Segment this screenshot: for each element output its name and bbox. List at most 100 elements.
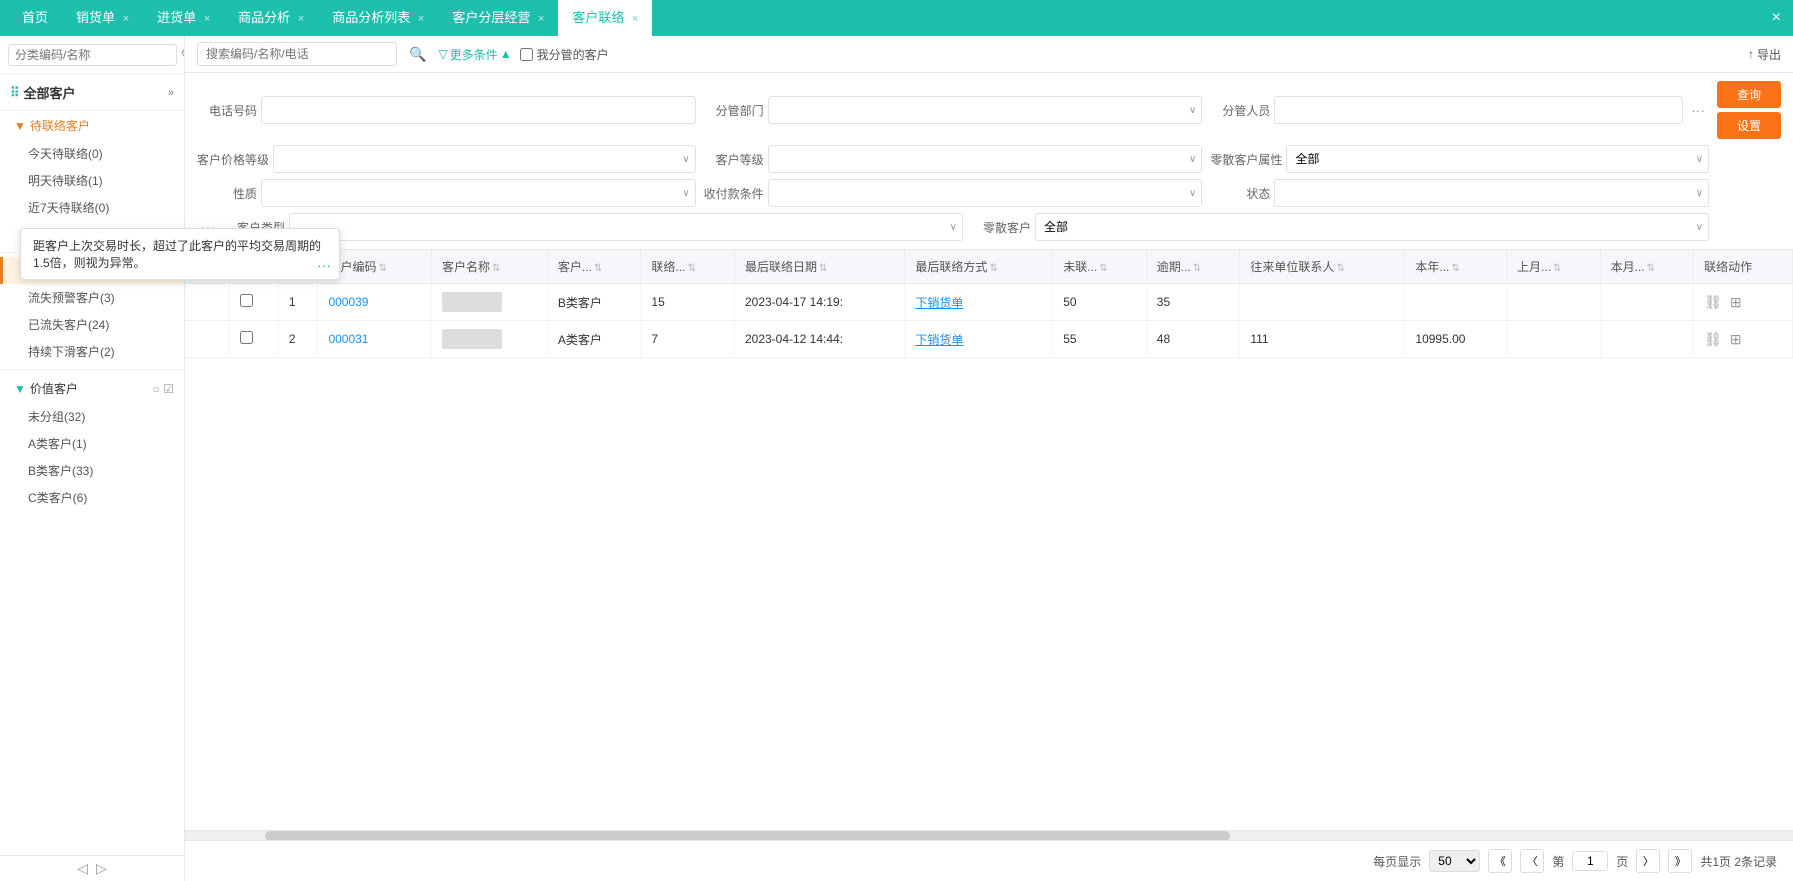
settings-button[interactable]: 设置 — [1717, 112, 1781, 139]
sidebar-item-class-c[interactable]: C类客户(6) — [0, 484, 184, 511]
next-page-button[interactable]: 〉 — [1636, 849, 1660, 873]
sidebar-right-arrow[interactable]: ▷ — [96, 860, 107, 877]
link-action-icon-1[interactable]: ⛓ — [1704, 294, 1722, 311]
row1-checkbox[interactable] — [240, 294, 253, 307]
retail-customer-field: 零散客户 全部 ∨ — [971, 213, 1709, 241]
close-goods-analysis-icon[interactable]: × — [298, 13, 304, 25]
phone-input[interactable] — [261, 96, 696, 124]
gender-select[interactable] — [261, 179, 696, 207]
cell-this-year-1 — [1405, 284, 1507, 321]
price-grade-select[interactable] — [273, 145, 696, 173]
sidebar-search-input[interactable] — [8, 44, 177, 66]
cell-method-1[interactable]: 下销货单 — [905, 284, 1053, 321]
customer-grade-select[interactable] — [768, 145, 1203, 173]
export-button[interactable]: ↑ 导出 — [1748, 46, 1781, 63]
filter-form: 电话号码 分管部门 ∨ 分管人员 ··· — [185, 73, 1793, 250]
close-goods-analysis-list-icon[interactable]: × — [418, 13, 424, 25]
customer-table: ⚙ 客户编码⇅ 客户名称⇅ 客户...⇅ 联络...⇅ 最后联络日期⇅ 最后联络… — [185, 250, 1793, 358]
sidebar-item-ungroup[interactable]: 未分组(32) — [0, 403, 184, 430]
sidebar-item-continuous-decline[interactable]: 持续下滑客户(2) — [0, 338, 184, 365]
prev-page-button[interactable]: 〈 — [1520, 849, 1544, 873]
sidebar-item-7days[interactable]: 近7天待联络(0) — [0, 194, 184, 221]
nav-sales[interactable]: 销货单 × — [62, 0, 143, 36]
sidebar-item-tomorrow[interactable]: 明天待联络(1) — [0, 167, 184, 194]
nav-goods-analysis[interactable]: 商品分析 × — [224, 0, 318, 36]
sidebar-item-lost-preview[interactable]: 流失预警客户(3) — [0, 284, 184, 311]
th-uncontacted[interactable]: 未联...⇅ — [1053, 250, 1147, 284]
sort-date-icon: ⇅ — [819, 263, 827, 274]
cell-date-2: 2023-04-12 14:44: — [734, 321, 904, 358]
first-page-button[interactable]: 《 — [1488, 849, 1512, 873]
sort-unit-icon: ⇅ — [1336, 263, 1344, 274]
customer-type-select[interactable] — [289, 213, 963, 241]
sidebar-item-today[interactable]: 今天待联络(0) — [0, 140, 184, 167]
th-this-year[interactable]: 本年...⇅ — [1405, 250, 1507, 284]
status-select[interactable] — [1274, 179, 1709, 207]
per-page-select[interactable]: 50 20 100 — [1429, 850, 1480, 872]
close-customer-contact-icon[interactable]: × — [632, 13, 638, 25]
value-customers-group[interactable]: ▼ 价值客户 ○ ☑ — [0, 374, 184, 403]
nav-home[interactable]: 首页 — [8, 0, 62, 36]
th-last-contact-method[interactable]: 最后联络方式⇅ — [905, 250, 1053, 284]
my-customers-checkbox[interactable] — [520, 48, 533, 61]
filter-search-input[interactable] — [197, 42, 397, 66]
sidebar-item-class-a[interactable]: A类客户(1) — [0, 430, 184, 457]
retail-customer-select[interactable]: 全部 — [1035, 213, 1709, 241]
cell-overdue-1: 35 — [1146, 284, 1240, 321]
grid-icon: ⠿ — [10, 85, 20, 101]
all-customers-header[interactable]: ⠿ 全部客户 » — [0, 75, 184, 111]
close-sales-icon[interactable]: × — [123, 13, 129, 25]
nav-customer-segment[interactable]: 客户分层经营 × — [438, 0, 558, 36]
cell-code-1[interactable]: 000039 — [318, 284, 432, 321]
phone-field: 电话号码 — [197, 96, 696, 124]
division-dept-select[interactable] — [768, 96, 1203, 124]
th-this-month[interactable]: 本月...⇅ — [1600, 250, 1694, 284]
last-page-button[interactable]: 》 — [1668, 849, 1692, 873]
division-person-dots[interactable]: ··· — [1687, 102, 1709, 118]
th-overdue[interactable]: 逾期...⇅ — [1146, 250, 1240, 284]
more-conditions-button[interactable]: ▽ 更多条件 ▲ — [438, 46, 511, 63]
my-customers-filter[interactable]: 我分管的客户 — [520, 46, 609, 63]
cell-unit-contact-2: 111 — [1240, 321, 1405, 358]
filter-search-button[interactable]: 🔍 — [405, 46, 430, 63]
pending-contact-group[interactable]: ▼ 待联络客户 — [0, 111, 184, 140]
tooltip-overlay: 距客户上次交易时长，超过了此客户的平均交易周期的1.5倍，则视为异常。 — [20, 228, 340, 280]
window-close-button[interactable]: × — [1772, 9, 1781, 27]
th-last-contact-date[interactable]: 最后联络日期⇅ — [734, 250, 904, 284]
table-horizontal-scrollbar[interactable] — [185, 830, 1793, 840]
nav-purchase[interactable]: 进货单 × — [143, 0, 224, 36]
th-customer-type[interactable]: 客户...⇅ — [547, 250, 641, 284]
price-grade-field: 客户价格等级 ∨ — [197, 145, 696, 173]
division-dept-label: 分管部门 — [704, 102, 764, 119]
close-customer-segment-icon[interactable]: × — [538, 13, 544, 25]
nav-goods-analysis-list[interactable]: 商品分析列表 × — [318, 0, 438, 36]
table-header-row: ⚙ 客户编码⇅ 客户名称⇅ 客户...⇅ 联络...⇅ 最后联络日期⇅ 最后联络… — [185, 250, 1793, 284]
value-group-edit-icons[interactable]: ○ ☑ — [153, 382, 174, 396]
row2-checkbox[interactable] — [240, 331, 253, 344]
cell-name-1 — [432, 284, 548, 321]
th-contact[interactable]: 联络...⇅ — [641, 250, 735, 284]
th-unit-contact[interactable]: 往来单位联系人⇅ — [1240, 250, 1405, 284]
payment-label: 收付款条件 — [704, 185, 764, 202]
retail-attr-select[interactable]: 全部 — [1286, 145, 1709, 173]
sidebar-item-already-lost[interactable]: 已流失客户(24) — [0, 311, 184, 338]
payment-select[interactable] — [768, 179, 1203, 207]
cell-code-2[interactable]: 000031 — [318, 321, 432, 358]
nav-customer-contact[interactable]: 客户联络 × — [558, 0, 652, 36]
cell-uncontacted-2: 55 — [1053, 321, 1147, 358]
sidebar-left-arrow[interactable]: ◁ — [77, 860, 88, 877]
grid-action-icon-1[interactable]: ⊞ — [1730, 294, 1742, 311]
grid-action-icon-2[interactable]: ⊞ — [1730, 331, 1742, 348]
division-person-field: 分管人员 ··· — [1210, 96, 1709, 124]
link-action-icon-2[interactable]: ⛓ — [1704, 331, 1722, 348]
th-name[interactable]: 客户名称⇅ — [432, 250, 548, 284]
th-last-month[interactable]: 上月...⇅ — [1507, 250, 1601, 284]
division-person-input[interactable] — [1274, 96, 1683, 124]
cell-method-2[interactable]: 下销货单 — [905, 321, 1053, 358]
query-button[interactable]: 查询 — [1717, 81, 1781, 108]
sidebar-bottom-controls[interactable]: ◁ ▷ — [0, 855, 184, 881]
sidebar-item-class-b[interactable]: B类客户(33) — [0, 457, 184, 484]
current-page-input[interactable] — [1572, 851, 1608, 871]
close-purchase-icon[interactable]: × — [204, 13, 210, 25]
gender-field: 性质 ∨ — [197, 179, 696, 207]
